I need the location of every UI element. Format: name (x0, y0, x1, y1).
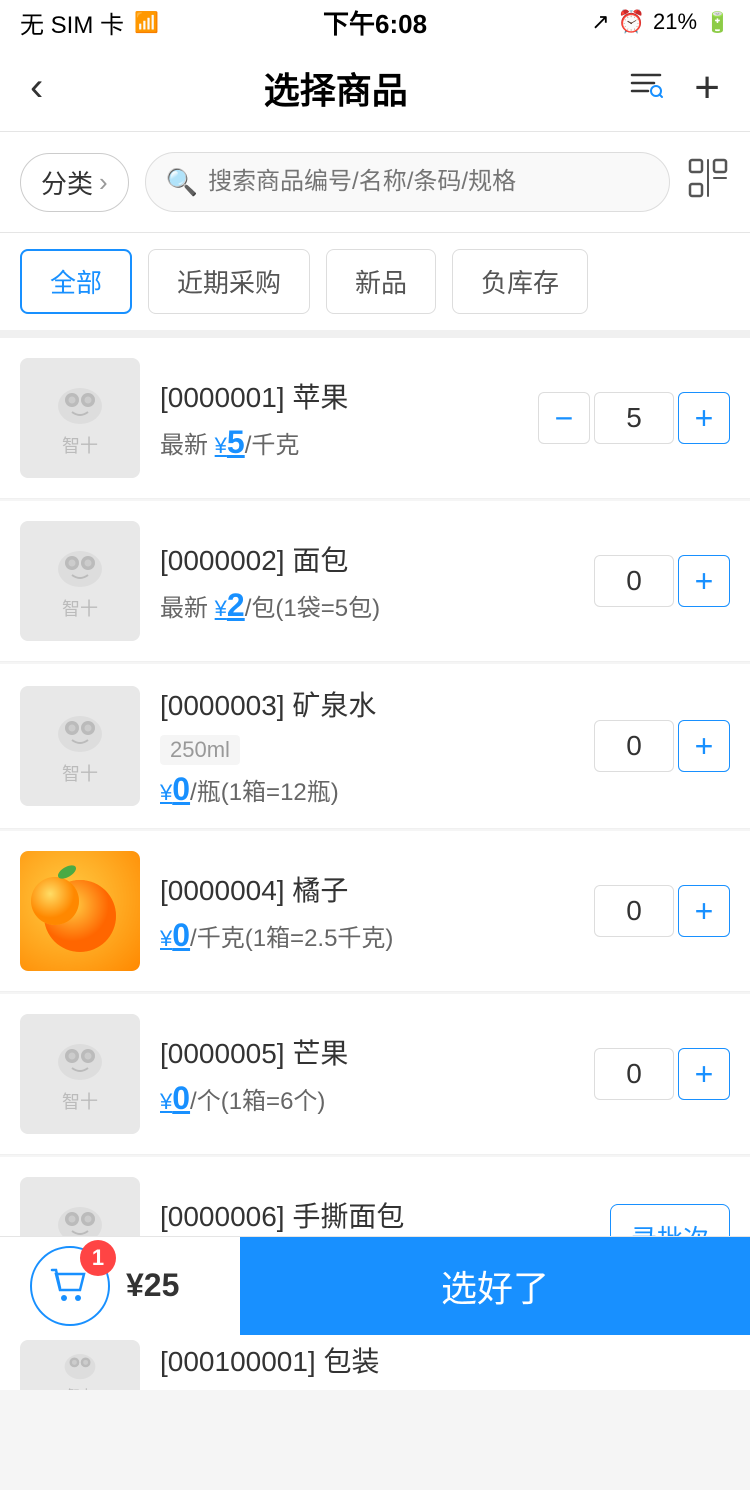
category-chevron: › (99, 167, 108, 198)
price-value-4: 0 (172, 917, 190, 953)
price-value-5: 0 (172, 1080, 190, 1116)
cart-icon-button[interactable]: 1 (30, 1246, 110, 1326)
qty-plus-3[interactable]: + (678, 720, 730, 772)
location-icon: ↗ (591, 9, 609, 35)
category-label: 分类 (41, 164, 93, 201)
product-price-5: ¥0/个(1箱=6个) (160, 1080, 574, 1117)
nav-bar: ‹ 选择商品 + (0, 44, 750, 132)
product-name-2: [0000002] 面包 (160, 539, 574, 579)
nav-actions: + (628, 63, 720, 113)
qty-plus-2[interactable]: + (678, 555, 730, 607)
search-input-wrapper: 🔍 (145, 152, 670, 212)
scan-icon[interactable] (686, 156, 730, 208)
price-prefix-1: 最新 (160, 432, 215, 459)
qty-input-5[interactable] (594, 1048, 674, 1100)
qty-minus-1[interactable]: − (538, 392, 590, 444)
product-name-3: [0000003] 矿泉水 (160, 684, 574, 724)
product-name-1: [0000001] 苹果 (160, 376, 518, 416)
product-name-4: [0000004] 橘子 (160, 869, 574, 909)
product-image-1: 智十 (20, 358, 140, 478)
product-spec-3: 250ml (160, 735, 240, 765)
product-image-3: 智十 (20, 686, 140, 806)
tab-negative[interactable]: 负库存 (452, 249, 588, 314)
product-info-1: [0000001] 苹果 最新 ¥5/千克 (160, 376, 518, 461)
qty-plus-5[interactable]: + (678, 1048, 730, 1100)
product-name-6: [0000006] 手撕面包 (160, 1195, 590, 1235)
add-icon[interactable]: + (694, 63, 720, 113)
table-row: [0000004] 橘子 ¥0/千克(1箱=2.5千克) + (0, 831, 750, 992)
price-unit-5: /个(1箱=6个) (190, 1088, 325, 1115)
battery-icon: 🔋 (705, 10, 730, 35)
product-image-7: 智十 (20, 1340, 140, 1390)
product-list: 智十 [0000001] 苹果 最新 ¥5/千克 − + (0, 338, 750, 1390)
search-bar: 分类 › 🔍 (0, 132, 750, 233)
qty-input-1[interactable] (594, 392, 674, 444)
product-image-2: 智十 (20, 521, 140, 641)
price-value-3: 0 (172, 771, 190, 807)
product-info-5: [0000005] 芒果 ¥0/个(1箱=6个) (160, 1032, 574, 1117)
qty-input-2[interactable] (594, 555, 674, 607)
back-button[interactable]: ‹ (30, 65, 43, 110)
tab-new[interactable]: 新品 (326, 249, 436, 314)
cart-section: 1 ¥25 (0, 1246, 240, 1326)
qty-control-5: + (594, 1048, 730, 1100)
table-row: 智十 [0000002] 面包 最新 ¥2/包(1袋=5包) + (0, 501, 750, 662)
tab-bar: 全部 近期采购 新品 负库存 (0, 233, 750, 338)
qty-plus-4[interactable]: + (678, 885, 730, 937)
qty-input-3[interactable] (594, 720, 674, 772)
price-prefix-2: 最新 (160, 595, 215, 622)
price-value-1: 5 (227, 424, 245, 460)
search-input[interactable] (208, 168, 649, 196)
status-right: ↗ ⏰ 21% 🔋 (591, 9, 730, 35)
price-unit-3: /瓶(1箱=12瓶) (190, 779, 339, 806)
product-info-2: [0000002] 面包 最新 ¥2/包(1袋=5包) (160, 539, 574, 624)
qty-control-2: + (594, 555, 730, 607)
category-button[interactable]: 分类 › (20, 153, 129, 212)
product-image-5: 智十 (20, 1014, 140, 1134)
table-row: 智十 [0000003] 矿泉水 250ml ¥0/瓶(1箱=12瓶) + (0, 664, 750, 829)
tab-all[interactable]: 全部 (20, 249, 132, 314)
battery-text: 21% (653, 9, 697, 35)
product-price-2: 最新 ¥2/包(1袋=5包) (160, 587, 574, 624)
product-price-3: ¥0/瓶(1箱=12瓶) (160, 771, 574, 808)
price-value-2: 2 (227, 587, 245, 623)
price-unit-2: /包(1袋=5包) (245, 595, 380, 622)
status-left: 无 SIM 卡 📶 (20, 5, 159, 40)
price-unit-4: /千克(1箱=2.5千克) (190, 925, 393, 952)
qty-control-4: + (594, 885, 730, 937)
price-unit-1: /千克 (245, 432, 300, 459)
wifi-icon: 📶 (134, 10, 159, 35)
cart-total-price: ¥25 (126, 1267, 179, 1304)
tab-recent[interactable]: 近期采购 (148, 249, 310, 314)
qty-control-1: − + (538, 392, 730, 444)
cart-badge: 1 (80, 1240, 116, 1276)
qty-input-4[interactable] (594, 885, 674, 937)
product-info-4: [0000004] 橘子 ¥0/千克(1箱=2.5千克) (160, 869, 574, 954)
qty-plus-1[interactable]: + (678, 392, 730, 444)
page-title: 选择商品 (264, 62, 408, 114)
product-price-1: 最新 ¥5/千克 (160, 424, 518, 461)
alarm-icon: ⏰ (618, 9, 645, 35)
status-bar: 无 SIM 卡 📶 下午6:08 ↗ ⏰ 21% 🔋 (0, 0, 750, 44)
qty-control-3: + (594, 720, 730, 772)
table-row: 智十 [0000005] 芒果 ¥0/个(1箱=6个) + (0, 994, 750, 1155)
confirm-button[interactable]: 选好了 (240, 1237, 750, 1335)
product-info-3: [0000003] 矿泉水 250ml ¥0/瓶(1箱=12瓶) (160, 684, 574, 808)
product-name-7: [000100001] 包装 (160, 1340, 730, 1380)
carrier-text: 无 SIM 卡 (20, 5, 124, 40)
product-price-4: ¥0/千克(1箱=2.5千克) (160, 917, 574, 954)
search-icon: 🔍 (166, 167, 198, 198)
filter-icon[interactable] (628, 65, 664, 110)
status-time: 下午6:08 (323, 4, 427, 41)
bottom-bar: 1 ¥25 选好了 (0, 1236, 750, 1334)
table-row: 智十 [0000001] 苹果 最新 ¥5/千克 − + (0, 338, 750, 499)
product-name-5: [0000005] 芒果 (160, 1032, 574, 1072)
product-image-4 (20, 851, 140, 971)
product-info-7: [000100001] 包装 (160, 1340, 730, 1388)
